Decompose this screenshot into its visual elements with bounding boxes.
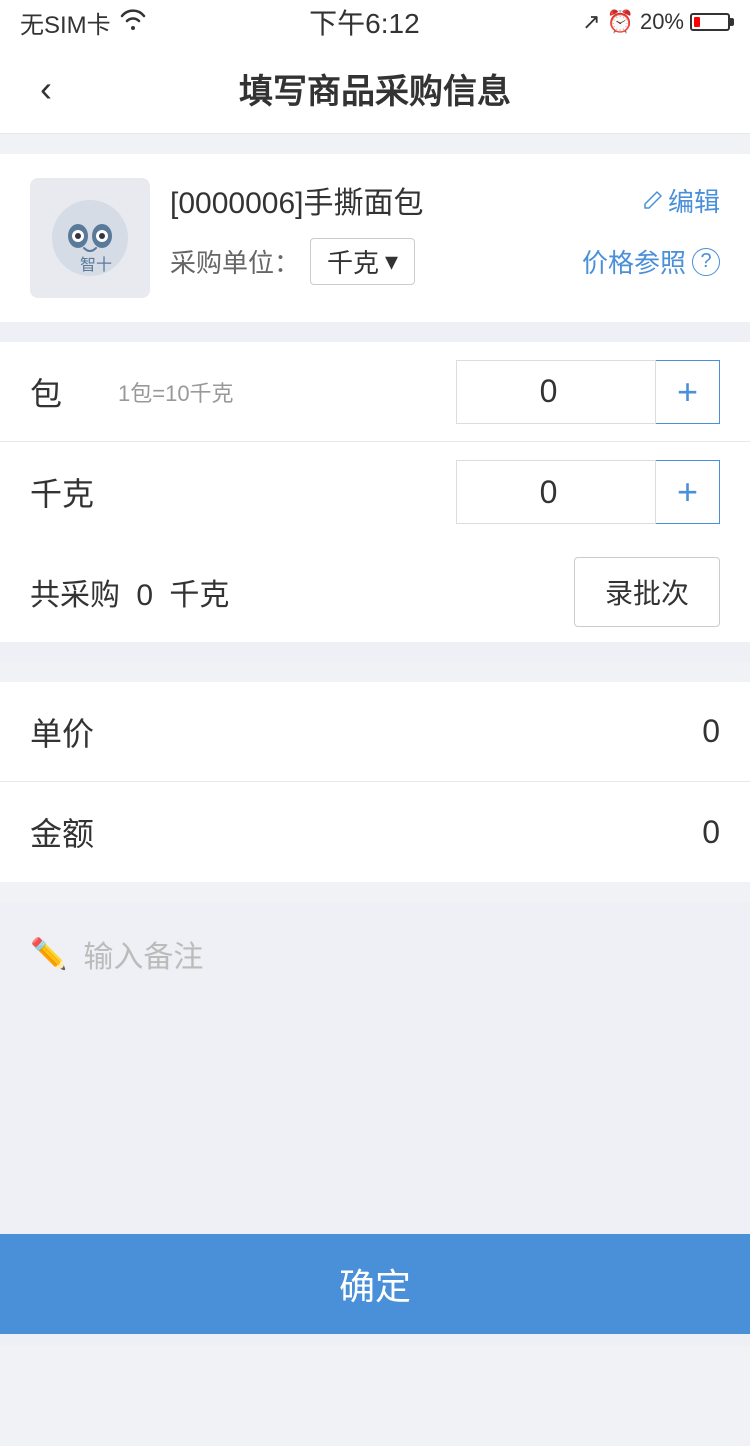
product-thumbnail: 智十: [30, 178, 150, 298]
amount-label: 金额: [30, 809, 94, 855]
bag-plus-button[interactable]: +: [656, 360, 720, 424]
divider-1: [0, 322, 750, 342]
price-ref-button[interactable]: 价格参照 ?: [582, 243, 720, 280]
page-title: 填写商品采购信息: [239, 64, 511, 113]
notes-placeholder: 输入备注: [83, 932, 203, 976]
input-section: 包 1包=10千克 + 千克 +: [0, 342, 750, 542]
unit-price-label: 单价: [30, 709, 94, 755]
status-right: ↗ ⏰ 20%: [582, 9, 730, 35]
location-icon: ↗: [582, 9, 600, 35]
help-icon: ?: [692, 248, 720, 276]
back-button[interactable]: ‹: [30, 58, 62, 120]
kg-input-row: 千克 +: [0, 442, 750, 542]
status-left: 无SIM卡: [20, 5, 147, 40]
alarm-icon: ⏰: [607, 9, 634, 35]
chevron-down-icon: ▾: [385, 246, 398, 277]
total-text: 共采购 0 千克: [30, 570, 229, 614]
product-name: [0000006]手撕面包: [170, 178, 423, 222]
product-info: [0000006]手撕面包 编辑 采购单位： 千克 ▾ 价格: [170, 178, 720, 285]
batch-button[interactable]: 录批次: [574, 557, 720, 627]
unit-price-value: 0: [702, 713, 720, 750]
product-logo: 智十: [50, 198, 130, 278]
bag-input[interactable]: [456, 360, 656, 424]
amount-value: 0: [702, 814, 720, 851]
bag-sublabel: 1包=10千克: [118, 376, 456, 408]
product-name-row: [0000006]手撕面包 编辑: [170, 178, 720, 222]
wifi-icon: [119, 8, 147, 37]
svg-text:智十: 智十: [80, 256, 112, 274]
battery-icon: [690, 13, 730, 31]
unit-row: 采购单位： 千克 ▾ 价格参照 ?: [170, 238, 720, 285]
status-time: 下午6:12: [309, 2, 420, 42]
bag-input-row: 包 1包=10千克 +: [0, 342, 750, 442]
notes-section[interactable]: ✏️ 输入备注: [0, 902, 750, 1006]
bag-input-control: +: [456, 360, 720, 424]
kg-input-control: +: [456, 460, 720, 524]
status-bar: 无SIM卡 下午6:12 ↗ ⏰ 20%: [0, 0, 750, 44]
unit-price-row: 单价 0: [0, 682, 750, 782]
unit-select[interactable]: 千克 ▾: [310, 238, 415, 285]
product-card: 智十 [0000006]手撕面包 编辑 采购单位： 千克 ▾: [0, 154, 750, 322]
total-section: 共采购 0 千克 录批次: [0, 542, 750, 642]
unit-label: 采购单位：: [170, 243, 300, 280]
kg-plus-button[interactable]: +: [656, 460, 720, 524]
pencil-icon: ✏️: [30, 937, 67, 972]
battery-percent: 20%: [640, 9, 684, 35]
price-section: 单价 0 金额 0: [0, 682, 750, 882]
bag-label: 包: [30, 369, 110, 415]
edit-button[interactable]: 编辑: [642, 182, 720, 219]
confirm-button[interactable]: 确定: [0, 1234, 750, 1334]
carrier-text: 无SIM卡: [20, 5, 111, 40]
divider-2: [0, 642, 750, 662]
nav-bar: ‹ 填写商品采购信息: [0, 44, 750, 134]
amount-row: 金额 0: [0, 782, 750, 882]
edit-icon: [642, 189, 664, 211]
kg-input[interactable]: [456, 460, 656, 524]
kg-label: 千克: [30, 469, 110, 515]
